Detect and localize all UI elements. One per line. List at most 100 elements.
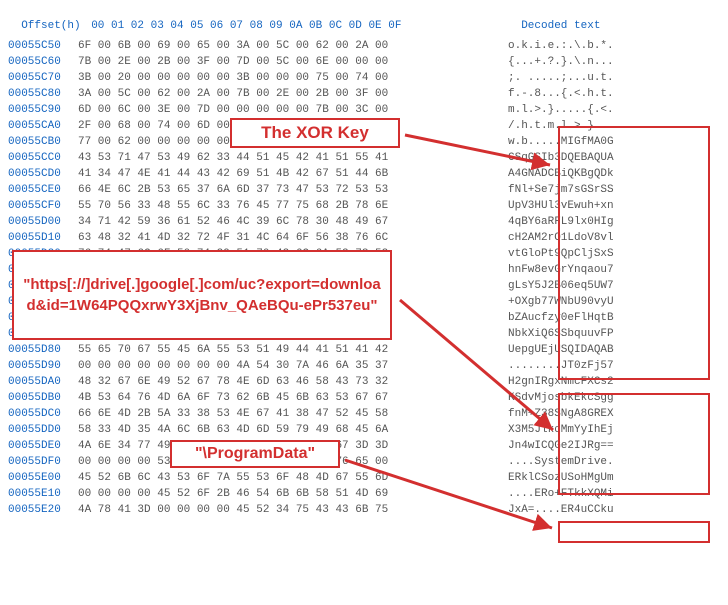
- offset-cell: 00055E20: [8, 502, 78, 518]
- hex-row: 00055DF000 00 00 00 53 79 73 74 65 6D 44…: [8, 454, 720, 470]
- hex-cell: 3B 00 20 00 00 00 00 00 3B 00 00 00 75 0…: [78, 70, 508, 86]
- annotation-url-text: "https[://]drive[.]google[.]com/uc?expor…: [22, 274, 382, 316]
- decoded-cell: fNl+Se7jm7sGSrSS: [508, 182, 614, 198]
- annotation-url: "https[://]drive[.]google[.]com/uc?expor…: [12, 250, 392, 340]
- offset-cell: 00055CB0: [8, 134, 78, 150]
- decoded-cell: ....SystemDrive.: [508, 454, 614, 470]
- hex-row: 00055E0045 52 6B 6C 43 53 6F 7A 55 53 6F…: [8, 470, 720, 486]
- offset-cell: 00055D80: [8, 342, 78, 358]
- decoded-cell: fnM+Z38SNgA8GREX: [508, 406, 614, 422]
- hex-row: 00055D0034 71 42 59 36 61 52 46 4C 39 6C…: [8, 214, 720, 230]
- decoded-cell: KSdvMjosbkEkcSgg: [508, 390, 614, 406]
- offset-cell: 00055D00: [8, 214, 78, 230]
- decoded-cell: cH2AM2rO1LdoV8vl: [508, 230, 614, 246]
- hex-cell: 55 70 56 33 48 55 6C 33 76 45 77 75 68 2…: [78, 198, 508, 214]
- hex-cell: 48 32 67 6E 49 52 67 78 4E 6D 63 46 58 4…: [78, 374, 508, 390]
- hex-row: 00055CF055 70 56 33 48 55 6C 33 76 45 77…: [8, 198, 720, 214]
- hex-cell: 41 34 47 4E 41 44 43 42 69 51 4B 42 67 5…: [78, 166, 508, 182]
- decoded-cell: +OXgb77WNbU90vyU: [508, 294, 614, 310]
- offset-cell: 00055CA0: [8, 118, 78, 134]
- offset-col-label: Offset(h): [21, 20, 91, 32]
- decoded-cell: {...+.?.}.\.n...: [508, 54, 614, 70]
- decoded-cell: CSqGSIb3DQEBAQUA: [508, 150, 614, 166]
- hex-row: 00055E1000 00 00 00 45 52 6F 2B 46 54 6B…: [8, 486, 720, 502]
- decoded-cell: /.h.t.m.l.>.}...: [508, 118, 614, 134]
- hex-cols-label: 00 01 02 03 04 05 06 07 08 09 0A 0B 0C 0…: [91, 20, 521, 32]
- decoded-cell: UpV3HUl3vEwuh+xn: [508, 198, 614, 214]
- hex-cell: 7B 00 2E 00 2B 00 3F 00 7D 00 5C 00 6E 0…: [78, 54, 508, 70]
- offset-cell: 00055CD0: [8, 166, 78, 182]
- decoded-cell: ........JT0zFj57: [508, 358, 614, 374]
- hex-row: 00055DE04A 6E 34 77 49 43 51 47 65 32 49…: [8, 438, 720, 454]
- offset-cell: 00055CF0: [8, 198, 78, 214]
- decoded-cell: ERklCSozUSoHMgUm: [508, 470, 614, 486]
- hex-row: 00055C803A 00 5C 00 62 00 2A 00 7B 00 2E…: [8, 86, 720, 102]
- hex-cell: 3A 00 5C 00 62 00 2A 00 7B 00 2E 00 2B 0…: [78, 86, 508, 102]
- offset-cell: 00055C80: [8, 86, 78, 102]
- offset-cell: 00055CC0: [8, 150, 78, 166]
- offset-cell: 00055E00: [8, 470, 78, 486]
- hex-cell: 43 53 71 47 53 49 62 33 44 51 45 42 41 5…: [78, 150, 508, 166]
- hex-row: 00055CD041 34 47 4E 41 44 43 42 69 51 4B…: [8, 166, 720, 182]
- decoded-cell: ....ERo+FTkkXQMi: [508, 486, 614, 502]
- hex-row: 00055C506F 00 6B 00 69 00 65 00 3A 00 5C…: [8, 38, 720, 54]
- hex-cell: 45 52 6B 6C 43 53 6F 7A 55 53 6F 48 4D 6…: [78, 470, 508, 486]
- annotation-xor-key: The XOR Key: [230, 118, 400, 148]
- decoded-cell: gLsY5J2B06eq5UW7: [508, 278, 614, 294]
- decoded-cell: JxA=....ER4uCCku: [508, 502, 614, 518]
- decoded-cell: Jn4wICQGe2IJRg==: [508, 438, 614, 454]
- decoded-cell: A4GNADCBiQKBgQDk: [508, 166, 614, 182]
- annotation-programdata: "\ProgramData": [170, 440, 340, 468]
- hex-cell: 66 6E 4D 2B 5A 33 38 53 4E 67 41 38 47 5…: [78, 406, 508, 422]
- hex-row: 00055D9000 00 00 00 00 00 00 00 4A 54 30…: [8, 358, 720, 374]
- hex-row: 00055C703B 00 20 00 00 00 00 00 3B 00 00…: [8, 70, 720, 86]
- hex-row: 00055C906D 00 6C 00 3E 00 7D 00 00 00 00…: [8, 102, 720, 118]
- offset-cell: 00055E10: [8, 486, 78, 502]
- hex-row: 00055DD058 33 4D 35 4A 6C 6B 63 4D 6D 59…: [8, 422, 720, 438]
- hex-cell: 58 33 4D 35 4A 6C 6B 63 4D 6D 59 79 49 6…: [78, 422, 508, 438]
- offset-cell: 00055DB0: [8, 390, 78, 406]
- hex-row: 00055DC066 6E 4D 2B 5A 33 38 53 4E 67 41…: [8, 406, 720, 422]
- hex-cell: 00 00 00 00 00 00 00 00 4A 54 30 7A 46 6…: [78, 358, 508, 374]
- offset-cell: 00055C60: [8, 54, 78, 70]
- decoded-cell: m.l.>.}.....{.<.: [508, 102, 614, 118]
- offset-cell: 00055C50: [8, 38, 78, 54]
- offset-cell: 00055CE0: [8, 182, 78, 198]
- hex-row: 00055CE066 4E 6C 2B 53 65 37 6A 6D 37 73…: [8, 182, 720, 198]
- offset-cell: 00055DE0: [8, 438, 78, 454]
- decoded-cell: hnFw8evGrYnqaou7: [508, 262, 614, 278]
- hex-cell: 66 4E 6C 2B 53 65 37 6A 6D 37 73 47 53 7…: [78, 182, 508, 198]
- hex-cell: 63 48 32 41 4D 32 72 4F 31 4C 64 6F 56 3…: [78, 230, 508, 246]
- decoded-cell: ;. .....;...u.t.: [508, 70, 614, 86]
- decoded-cell: o.k.i.e.:.\.b.*.: [508, 38, 614, 54]
- annotation-xor-key-text: The XOR Key: [261, 123, 369, 143]
- hex-row: 00055C607B 00 2E 00 2B 00 3F 00 7D 00 5C…: [8, 54, 720, 70]
- hex-cell: 55 65 70 67 55 45 6A 55 53 51 49 44 41 5…: [78, 342, 508, 358]
- offset-cell: 00055DF0: [8, 454, 78, 470]
- hex-row: 00055CC043 53 71 47 53 49 62 33 44 51 45…: [8, 150, 720, 166]
- offset-cell: 00055C70: [8, 70, 78, 86]
- decoded-cell: X3M5JlkcMmYyIhEj: [508, 422, 614, 438]
- hex-cell: 6D 00 6C 00 3E 00 7D 00 00 00 00 00 7B 0…: [78, 102, 508, 118]
- decoded-cell: vtGloPt9QpCljSxS: [508, 246, 614, 262]
- hex-cell: 00 00 00 00 45 52 6F 2B 46 54 6B 6B 58 5…: [78, 486, 508, 502]
- hex-cell: 4B 53 64 76 4D 6A 6F 73 62 6B 45 6B 63 5…: [78, 390, 508, 406]
- offset-cell: 00055D90: [8, 358, 78, 374]
- hex-header: Offset(h)00 01 02 03 04 05 06 07 08 09 0…: [8, 8, 720, 32]
- decoded-cell: f.-.8...{.<.h.t.: [508, 86, 614, 102]
- hex-cell: 34 71 42 59 36 61 52 46 4C 39 6C 78 30 4…: [78, 214, 508, 230]
- offset-cell: 00055DC0: [8, 406, 78, 422]
- hex-row: 00055D8055 65 70 67 55 45 6A 55 53 51 49…: [8, 342, 720, 358]
- decoded-cell: NbkXiQ6SSbquuvFP: [508, 326, 614, 342]
- offset-cell: 00055DD0: [8, 422, 78, 438]
- decoded-cell: H2gnIRgxNmcFXCs2: [508, 374, 614, 390]
- decoded-cell: w.b.....MIGfMA0G: [508, 134, 614, 150]
- decoded-cell: UepgUEjUSQIDAQAB: [508, 342, 614, 358]
- hex-row: 00055DB04B 53 64 76 4D 6A 6F 73 62 6B 45…: [8, 390, 720, 406]
- offset-cell: 00055D10: [8, 230, 78, 246]
- hex-row: 00055DA048 32 67 6E 49 52 67 78 4E 6D 63…: [8, 374, 720, 390]
- hex-cell: 6F 00 6B 00 69 00 65 00 3A 00 5C 00 62 0…: [78, 38, 508, 54]
- decoded-cell: 4qBY6aRFL9lx0HIg: [508, 214, 614, 230]
- hex-row: 00055D1063 48 32 41 4D 32 72 4F 31 4C 64…: [8, 230, 720, 246]
- hex-cell: 4A 78 41 3D 00 00 00 00 45 52 34 75 43 4…: [78, 502, 508, 518]
